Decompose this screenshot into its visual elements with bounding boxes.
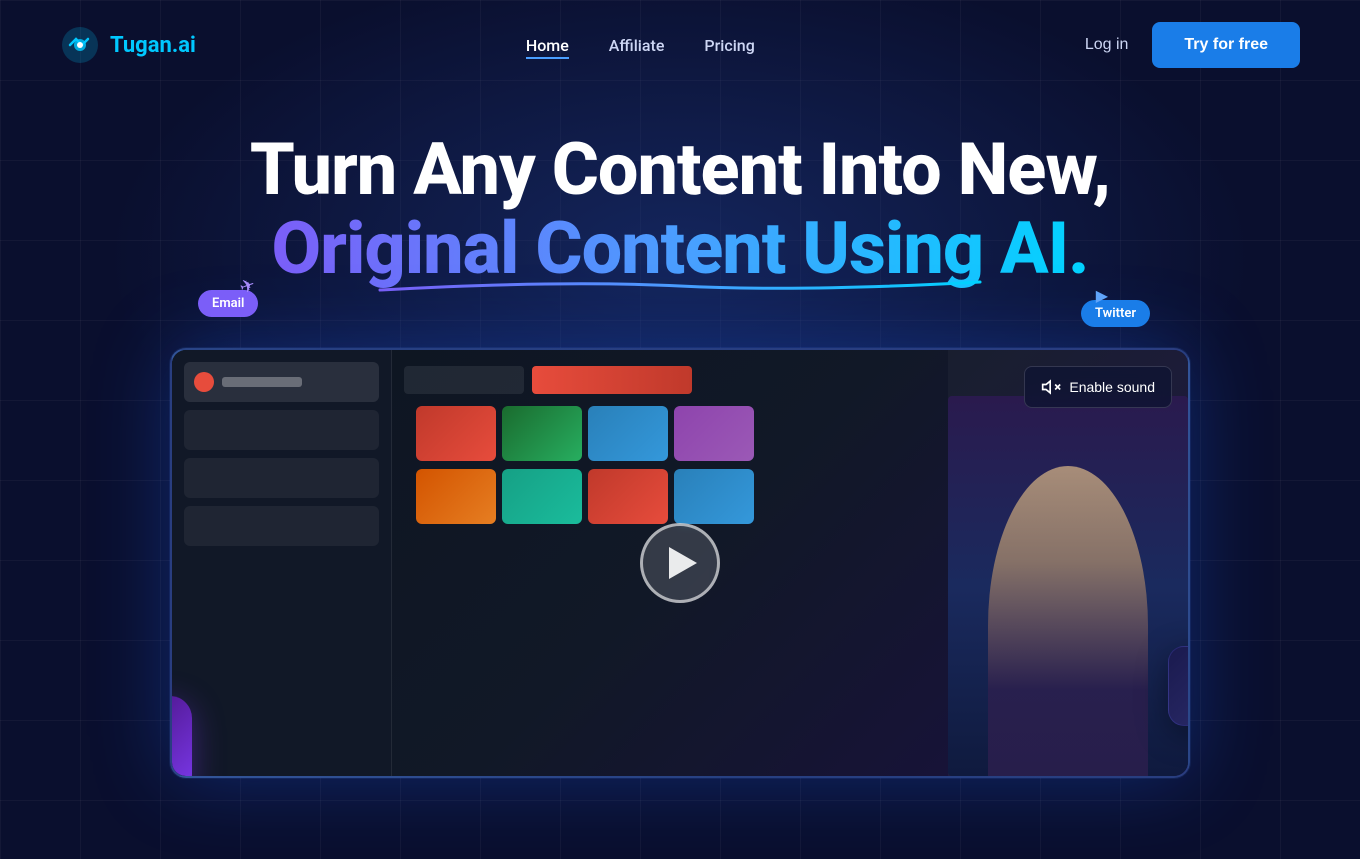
app-card: ☍: [170, 696, 192, 778]
logo[interactable]: Tugan.ai: [60, 25, 196, 65]
twitter-badge-label: Twitter: [1095, 306, 1136, 321]
nav-link-home[interactable]: Home: [526, 36, 569, 59]
mute-icon: [1041, 377, 1061, 397]
nav-item-pricing[interactable]: Pricing: [704, 36, 754, 55]
thumbnail-row-2: [404, 469, 936, 524]
nav-item-home[interactable]: Home: [526, 36, 569, 55]
nav-link-affiliate[interactable]: Affiliate: [609, 36, 665, 55]
facebook-icon: f: [1188, 666, 1190, 706]
hero-title-line2: Original Content Using AI.: [271, 206, 1088, 291]
email-badge-label: Email: [212, 296, 244, 311]
person-image: [948, 396, 1188, 776]
try-free-button[interactable]: Try for free: [1152, 22, 1300, 68]
login-button[interactable]: Log in: [1085, 36, 1129, 54]
video-player[interactable]: Enable sound f ☍: [170, 348, 1190, 778]
video-right-panel: [948, 350, 1188, 776]
thumbnail-row-1: [404, 406, 936, 461]
logo-icon: [60, 25, 100, 65]
navbar: Tugan.ai Home Affiliate Pricing Log in T…: [0, 0, 1360, 90]
twitter-arrow-icon: ▶: [1096, 286, 1108, 305]
twitter-badge: Twitter: [1081, 300, 1150, 327]
nav-link-pricing[interactable]: Pricing: [704, 36, 754, 55]
hero-title: Turn Any Content Into New, Original Cont…: [0, 130, 1360, 288]
video-inner: Enable sound: [172, 350, 1188, 776]
video-sidebar: [172, 350, 392, 776]
enable-sound-label: Enable sound: [1069, 379, 1155, 395]
nav-links: Home Affiliate Pricing: [526, 36, 755, 55]
play-triangle-icon: [669, 547, 697, 579]
enable-sound-button[interactable]: Enable sound: [1024, 366, 1172, 408]
hero-title-line1: Turn Any Content Into New,: [250, 127, 1110, 212]
nav-right: Log in Try for free: [1085, 22, 1300, 68]
logo-text: Tugan.ai: [110, 33, 196, 58]
play-button[interactable]: [640, 523, 720, 603]
hero-section: Turn Any Content Into New, Original Cont…: [0, 90, 1360, 298]
person-silhouette: [988, 466, 1148, 776]
nav-item-affiliate[interactable]: Affiliate: [609, 36, 665, 55]
facebook-card: f: [1168, 646, 1190, 726]
